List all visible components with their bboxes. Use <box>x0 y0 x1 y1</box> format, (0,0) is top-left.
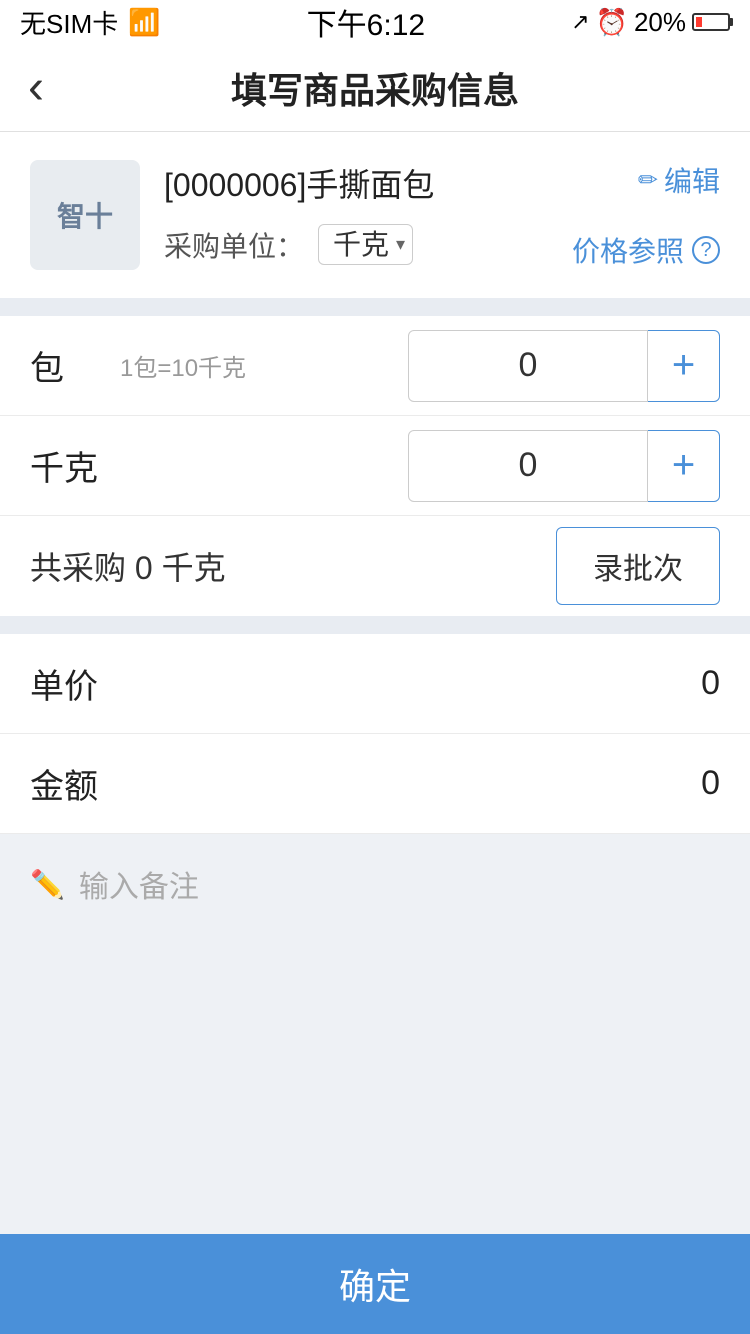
status-time: 下午6:12 <box>307 0 425 44</box>
divider-2 <box>0 616 750 634</box>
bag-controls: + <box>408 330 720 402</box>
confirm-label: 确定 <box>339 1258 411 1310</box>
price-ref-label: 价格参照 <box>572 230 684 270</box>
wifi-icon: 📶 <box>128 7 160 38</box>
summary-row: 共采购 0 千克 录批次 <box>0 516 750 616</box>
back-button[interactable]: ‹ <box>28 60 44 115</box>
bag-input-row: 包 1包=10千克 + <box>0 316 750 416</box>
battery-percent: 20% <box>634 7 686 38</box>
remark-icon: ✏️ <box>30 868 65 901</box>
bag-label: 包 <box>30 341 110 390</box>
amount-label: 金额 <box>30 759 98 808</box>
unit-select-wrapper[interactable]: 千克 包 个 <box>318 224 413 265</box>
page-title: 填写商品采购信息 <box>231 62 519 114</box>
amount-row: 金额 0 <box>0 734 750 834</box>
unit-label: 采购单位： <box>164 225 304 265</box>
summary-text: 共采购 0 千克 <box>30 543 226 589</box>
status-left: 无SIM卡 📶 <box>20 4 161 41</box>
confirm-button[interactable]: 确定 <box>0 1234 750 1334</box>
kg-controls: + <box>408 430 720 502</box>
carrier-text: 无SIM卡 <box>20 4 118 41</box>
bag-sublabel: 1包=10千克 <box>120 348 246 383</box>
status-bar: 无SIM卡 📶 下午6:12 ↗ ⏰ 20% <box>0 0 750 44</box>
unit-price-label: 单价 <box>30 659 98 708</box>
location-icon: ↗ <box>571 9 589 35</box>
nav-bar: ‹ 填写商品采购信息 <box>0 44 750 132</box>
edit-button[interactable]: ✏ 编辑 <box>638 160 720 200</box>
product-card: 智十 [0000006]手撕面包 采购单位： 千克 包 个 ✏ 编辑 价格参照 … <box>0 132 750 298</box>
content-area <box>0 934 750 1234</box>
edit-label: 编辑 <box>664 160 720 200</box>
battery-icon <box>692 13 730 31</box>
kg-input-row: 千克 + <box>0 416 750 516</box>
unit-select[interactable]: 千克 包 个 <box>318 224 413 265</box>
kg-plus-button[interactable]: + <box>648 430 720 502</box>
price-section: 单价 0 金额 0 <box>0 634 750 834</box>
bag-quantity-input[interactable] <box>408 330 648 402</box>
product-thumb-text: 智十 <box>57 195 113 235</box>
alarm-icon: ⏰ <box>596 7 628 38</box>
price-reference-button[interactable]: 价格参照 ? <box>572 230 720 270</box>
remark-section[interactable]: ✏️ 输入备注 <box>0 834 750 934</box>
kg-quantity-input[interactable] <box>408 430 648 502</box>
bag-plus-button[interactable]: + <box>648 330 720 402</box>
divider-1 <box>0 298 750 316</box>
status-right: ↗ ⏰ 20% <box>571 7 730 38</box>
product-name: [0000006]手撕面包 <box>164 160 720 206</box>
amount-value: 0 <box>701 764 720 803</box>
record-batch-button[interactable]: 录批次 <box>556 527 720 605</box>
product-thumbnail: 智十 <box>30 160 140 270</box>
remark-placeholder: 输入备注 <box>79 862 199 906</box>
back-icon: ‹ <box>28 61 44 114</box>
help-icon: ? <box>692 236 720 264</box>
unit-price-row: 单价 0 <box>0 634 750 734</box>
unit-price-value: 0 <box>701 664 720 703</box>
kg-label: 千克 <box>30 441 110 490</box>
edit-icon: ✏ <box>638 166 658 195</box>
input-section: 包 1包=10千克 + 千克 + <box>0 316 750 516</box>
